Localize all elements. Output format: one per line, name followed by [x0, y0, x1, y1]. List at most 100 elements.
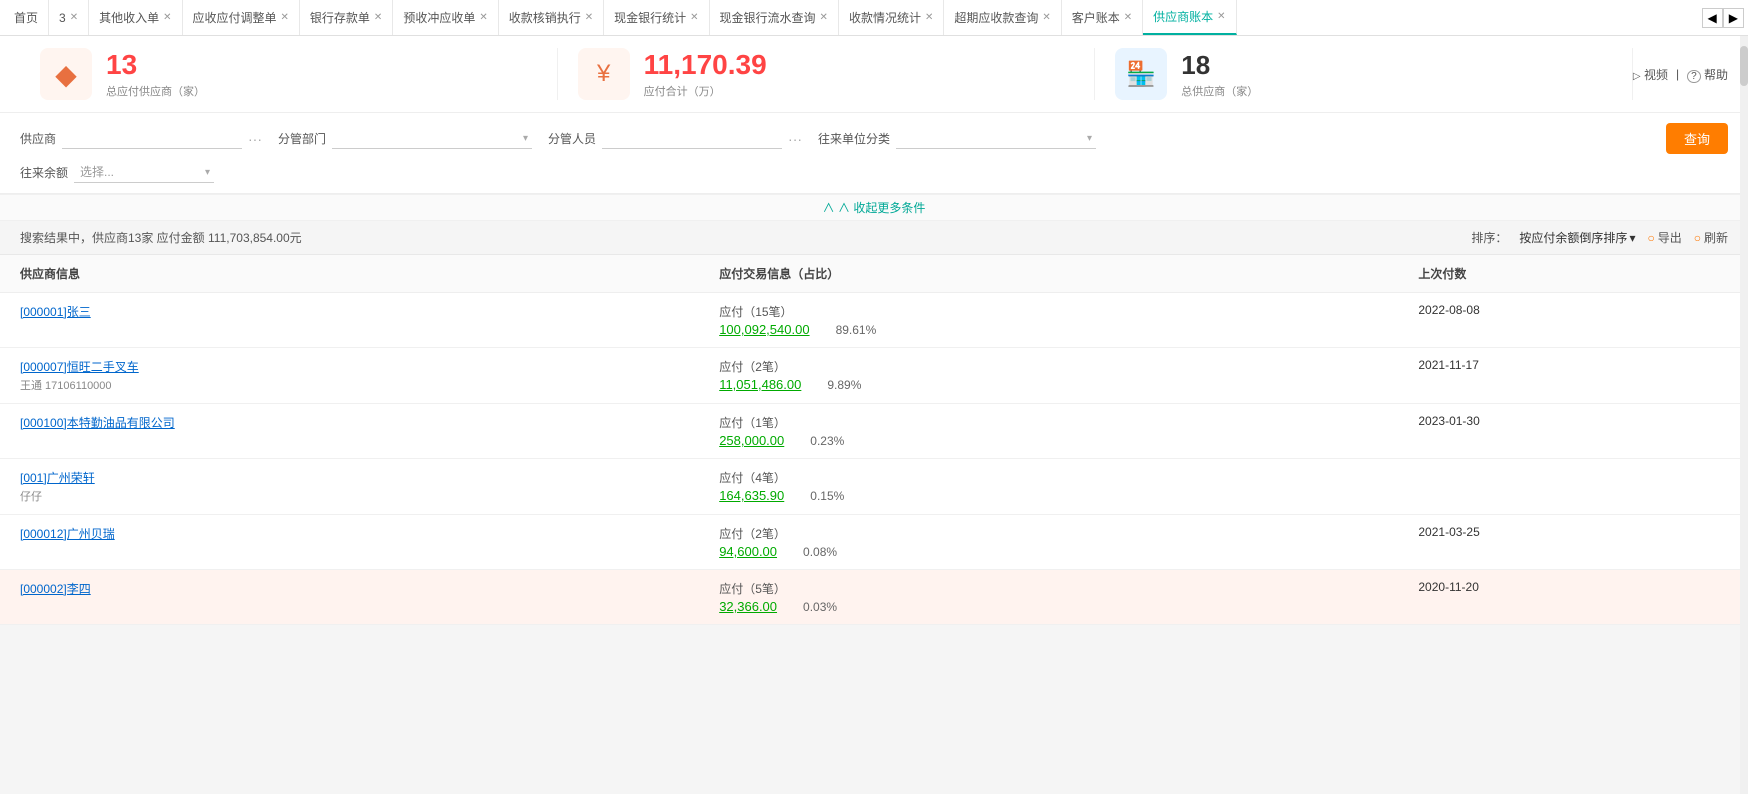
close-tab-3[interactable]: ✕: [70, 12, 78, 23]
tx-amount[interactable]: 94,600.00: [719, 544, 777, 559]
collapse-bar[interactable]: ∧ ∧ 收起更多条件: [0, 194, 1748, 221]
dept-select-wrapper: ▾: [332, 128, 532, 149]
dept-label: 分管部门: [278, 130, 326, 147]
supplier-link[interactable]: [000100]本特勤油品有限公司: [20, 416, 175, 430]
close-tab-supplier-account[interactable]: ✕: [1217, 11, 1225, 22]
stat-label-total-suppliers: 总供应商（家）: [1181, 83, 1258, 99]
nav-tab-home[interactable]: 首页: [4, 0, 49, 35]
ap-tx-cell: 应付（4笔）164,635.900.15%: [699, 459, 1398, 515]
close-tab-advance-receipt[interactable]: ✕: [479, 12, 487, 23]
close-tab-receipt-stat[interactable]: ✕: [925, 12, 933, 23]
category-select-wrapper: ▾: [896, 128, 1096, 149]
nav-tab-3[interactable]: 3 ✕: [49, 0, 89, 35]
last-payment-cell: 2021-11-17: [1398, 348, 1748, 404]
close-tab-other-income[interactable]: ✕: [163, 12, 171, 23]
stat-number-total-suppliers: 18: [1181, 50, 1258, 81]
export-button[interactable]: ○ 导出: [1647, 229, 1681, 246]
close-tab-overdue-query[interactable]: ✕: [1042, 12, 1050, 23]
stat-info-payable-suppliers: 13 总应付供应商（家）: [106, 49, 205, 99]
tx-percentage: 0.23%: [810, 434, 844, 448]
nav-tab-cash-flow-query[interactable]: 现金银行流水查询 ✕: [710, 0, 839, 35]
stat-number-payable-amount: 11,170.39: [644, 49, 767, 81]
supplier-info-cell: [000100]本特勤油品有限公司: [0, 404, 699, 459]
supplier-sub-info: 王通 17106110000: [20, 377, 679, 393]
supplier-link[interactable]: [000007]恒旺二手叉车: [20, 360, 139, 374]
close-tab-bank-deposit[interactable]: ✕: [374, 12, 382, 23]
supplier-link[interactable]: [000002]李四: [20, 582, 91, 596]
nav-tab-receipt-review[interactable]: 收款核销执行 ✕: [499, 0, 604, 35]
collapse-label: ∧ 收起更多条件: [838, 201, 925, 215]
nav-arrow-left[interactable]: ◀: [1702, 8, 1723, 28]
tx-amount[interactable]: 258,000.00: [719, 433, 784, 448]
data-table-container: 供应商信息 应付交易信息（占比） 上次付数 [000001]张三应付（15笔）1…: [0, 255, 1748, 625]
tx-amount[interactable]: 32,366.00: [719, 599, 777, 614]
scrollbar-thumb[interactable]: [1740, 46, 1748, 86]
table-row: [000007]恒旺二手叉车王通 17106110000应付（2笔）11,051…: [0, 348, 1748, 404]
refresh-button[interactable]: ○ 刷新: [1694, 229, 1728, 246]
tx-amount-row: 164,635.90 0.15%: [719, 488, 1378, 503]
sort-button[interactable]: 按应付余额倒序排序 ▾: [1519, 229, 1635, 246]
tx-amount-row: 32,366.00 0.03%: [719, 599, 1378, 614]
filter-row-2: 往来余额 选择... ▾: [20, 162, 1728, 183]
supplier-link[interactable]: [001]广州荣轩: [20, 471, 95, 485]
filter-row-1: 供应商 ··· 分管部门 ▾ 分管人员 ··· 往来单位分类: [20, 123, 1728, 154]
category-select[interactable]: [896, 128, 1096, 149]
help-link[interactable]: ? 帮助: [1687, 66, 1728, 83]
tx-amount[interactable]: 11,051,486.00: [719, 377, 801, 392]
nav-arrow-right[interactable]: ▶: [1723, 8, 1744, 28]
scrollbar-track[interactable]: [1740, 36, 1748, 794]
supplier-more-icon[interactable]: ···: [248, 131, 262, 147]
dept-select[interactable]: [332, 128, 532, 149]
person-more-icon[interactable]: ···: [788, 131, 802, 147]
last-payment-cell: 2020-11-20: [1398, 570, 1748, 625]
nav-tab-overdue-query[interactable]: 超期应收款查询 ✕: [944, 0, 1061, 35]
nav-tab-receipt-stat[interactable]: 收款情况统计 ✕: [839, 0, 944, 35]
tx-percentage: 0.15%: [810, 489, 844, 503]
stat-icon-money: ¥: [578, 48, 630, 100]
tx-amount[interactable]: 100,092,540.00: [719, 322, 809, 337]
sort-value: 按应付余额倒序排序: [1519, 229, 1627, 246]
stat-info-payable-amount: 11,170.39 应付合计（万）: [644, 49, 767, 99]
tx-percentage: 0.08%: [803, 545, 837, 559]
tx-percentage: 9.89%: [827, 378, 861, 392]
sort-label: 排序：: [1471, 229, 1507, 246]
stat-total-suppliers: 🏪 18 总供应商（家）: [1095, 48, 1633, 100]
result-bar: 搜索结果中，供应商13家 应付金额 111,703,854.00元 排序： 按应…: [0, 221, 1748, 255]
nav-tab-cash-bank-stat[interactable]: 现金银行统计 ✕: [604, 0, 709, 35]
tx-label: 应付（5笔）: [719, 580, 1378, 597]
close-tab-receipt-review[interactable]: ✕: [585, 12, 593, 23]
search-button[interactable]: 查询: [1666, 123, 1728, 154]
export-label: 导出: [1658, 229, 1682, 246]
nav-tab-customer-account[interactable]: 客户账本 ✕: [1062, 0, 1143, 35]
top-navigation: 首页 3 ✕ 其他收入单 ✕ 应收应付调整单 ✕ 银行存款单 ✕ 预收冲应收单 …: [0, 0, 1748, 36]
supplier-link[interactable]: [000001]张三: [20, 305, 91, 319]
tx-amount[interactable]: 164,635.90: [719, 488, 784, 503]
category-label: 往来单位分类: [818, 130, 890, 147]
nav-tab-ap-adjustment[interactable]: 应收应付调整单 ✕: [183, 0, 300, 35]
balance-select[interactable]: 选择...: [74, 162, 214, 183]
last-payment-cell: 2022-08-08: [1398, 293, 1748, 348]
stat-info-total-suppliers: 18 总供应商（家）: [1181, 50, 1258, 99]
tx-percentage: 89.61%: [836, 323, 877, 337]
person-input[interactable]: [602, 128, 782, 149]
close-tab-cash-bank-stat[interactable]: ✕: [690, 12, 698, 23]
close-tab-ap-adjustment[interactable]: ✕: [281, 12, 289, 23]
stats-bar: ◆ 13 总应付供应商（家） ¥ 11,170.39 应付合计（万） 🏪 18 …: [0, 36, 1748, 113]
supplier-info-cell: [000012]广州贝瑞: [0, 515, 699, 570]
table-body: [000001]张三应付（15笔）100,092,540.0089.61%202…: [0, 293, 1748, 625]
table-row: [001]广州荣轩仔仔应付（4笔）164,635.900.15%: [0, 459, 1748, 515]
nav-scroll-arrows: ◀ ▶: [1702, 8, 1744, 28]
nav-tab-other-income[interactable]: 其他收入单 ✕: [89, 0, 182, 35]
nav-tab-bank-deposit[interactable]: 银行存款单 ✕: [300, 0, 393, 35]
supplier-link[interactable]: [000012]广州贝瑞: [20, 527, 115, 541]
result-info: 搜索结果中，供应商13家 应付金额 111,703,854.00元: [20, 229, 302, 246]
tx-percentage: 0.03%: [803, 600, 837, 614]
video-link[interactable]: ▷ 视频: [1633, 66, 1668, 83]
collapse-icon: ∧: [823, 201, 835, 215]
supplier-input[interactable]: [62, 128, 242, 149]
nav-tab-supplier-account[interactable]: 供应商账本 ✕: [1143, 0, 1236, 35]
stat-label-payable-amount: 应付合计（万）: [644, 83, 767, 99]
close-tab-customer-account[interactable]: ✕: [1124, 12, 1132, 23]
nav-tab-advance-receipt[interactable]: 预收冲应收单 ✕: [393, 0, 498, 35]
close-tab-cash-flow-query[interactable]: ✕: [820, 12, 828, 23]
